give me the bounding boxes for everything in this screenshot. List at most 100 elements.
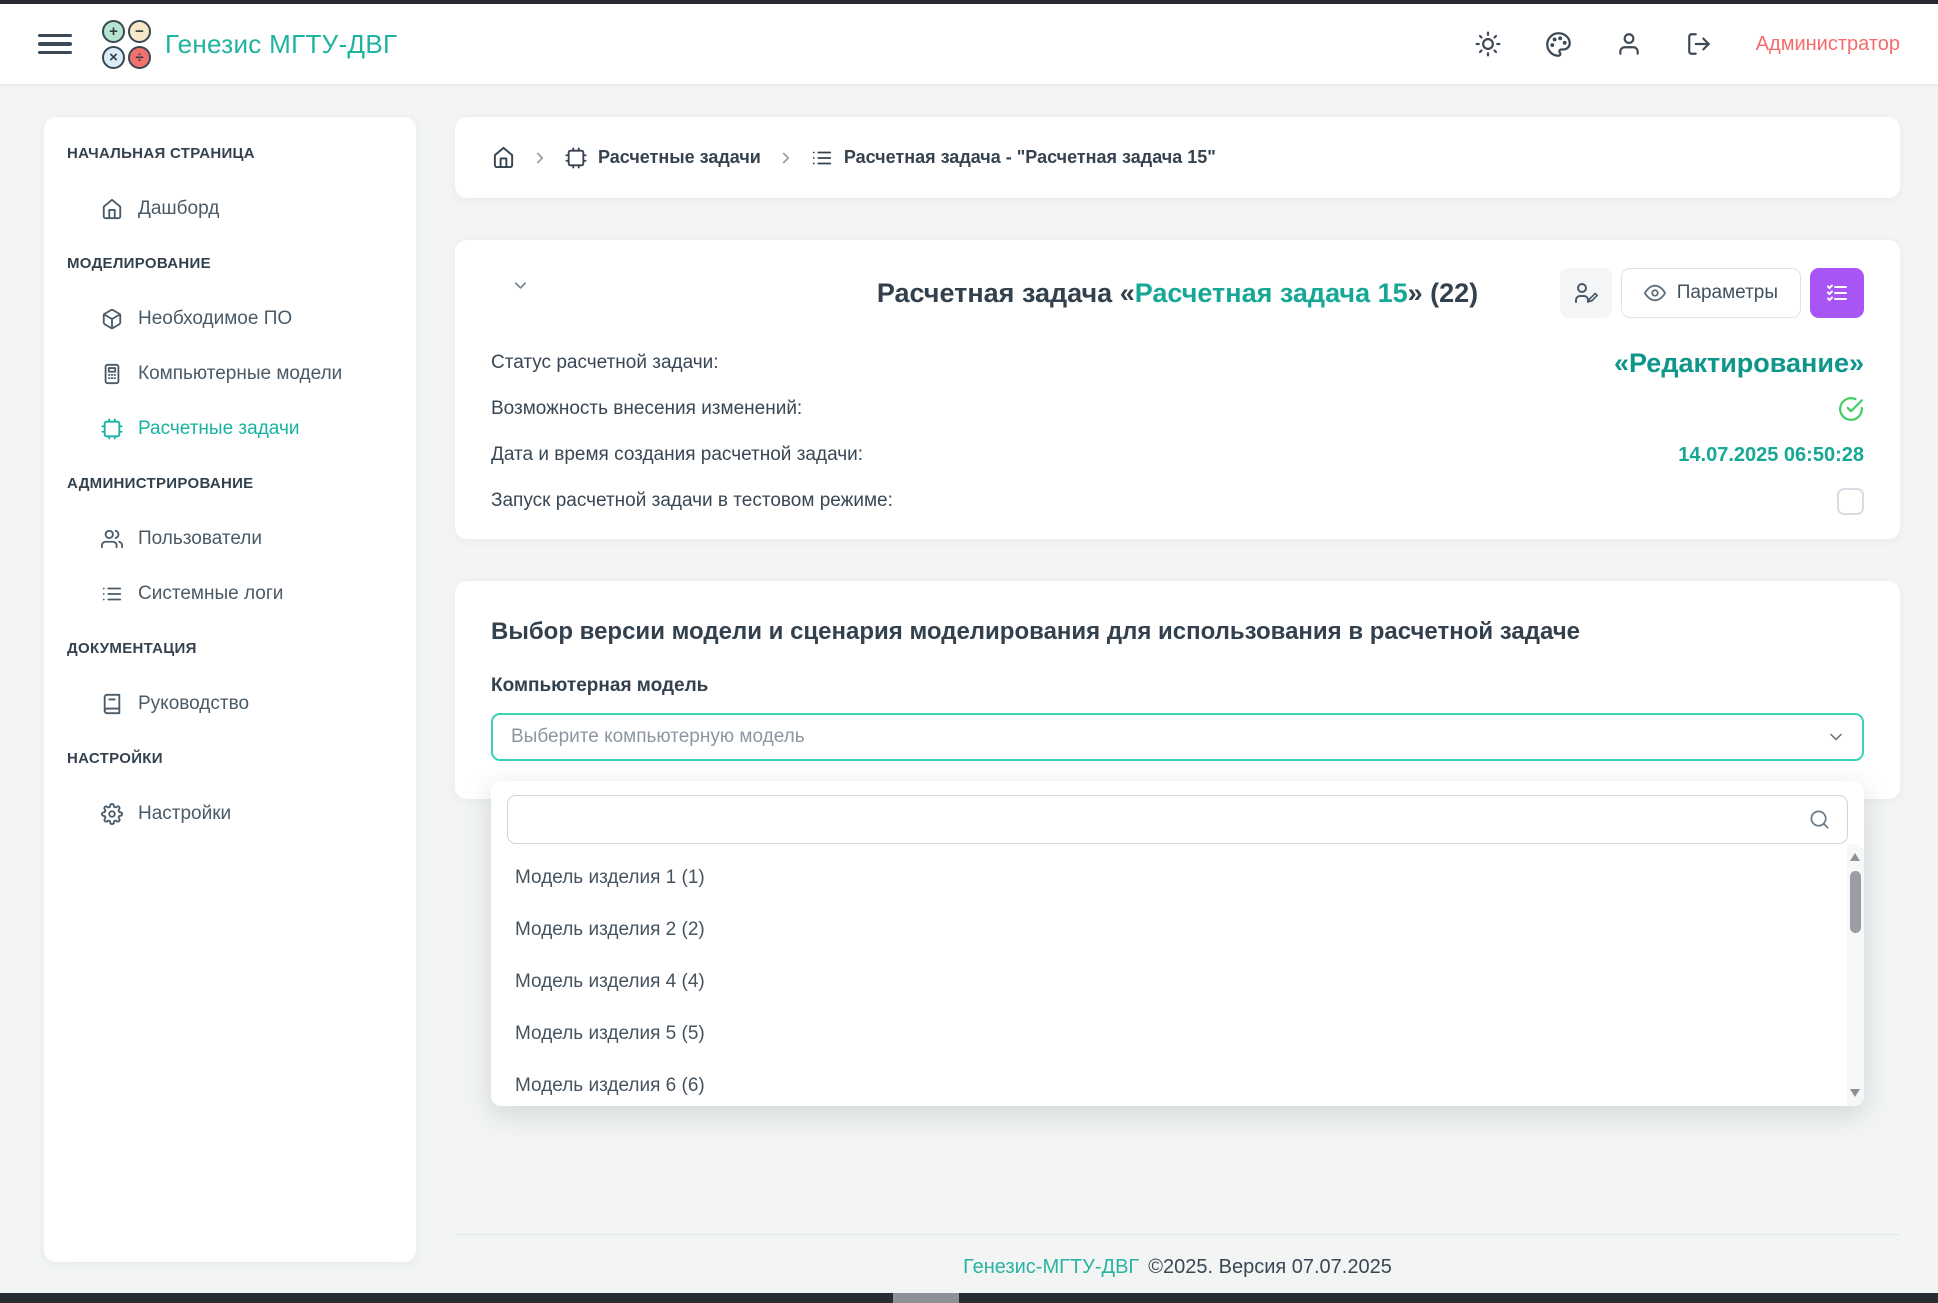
breadcrumb-home[interactable]	[492, 146, 515, 169]
book-icon	[101, 693, 123, 715]
model-selection-card: Выбор версии модели и сценария моделиров…	[455, 581, 1900, 799]
scroll-down-arrow[interactable]	[1850, 1089, 1860, 1097]
footer-brand-link[interactable]: Генезис-МГТУ-ДВГ	[963, 1256, 1139, 1279]
task-title-name: Расчетная задача 15	[1134, 277, 1408, 308]
breadcrumb-label: Расчетные задачи	[598, 147, 761, 167]
checklist-button[interactable]	[1810, 268, 1864, 318]
sidebar-section-modeling: МОДЕЛИРОВАНИЕ	[67, 255, 211, 272]
page-layout: НАЧАЛЬНАЯ СТРАНИЦА Дашборд МОДЕЛИРОВАНИЕ…	[0, 117, 1938, 1300]
edit-user-button[interactable]	[1559, 268, 1612, 318]
computer-model-label: Компьютерная модель	[491, 675, 709, 696]
page-footer: Генезис-МГТУ-ДВГ ©2025. Версия 07.07.202…	[455, 1234, 1900, 1300]
logo-divide-icon: ÷	[128, 45, 151, 69]
footer-copyright: ©2025. Версия 07.07.2025	[1148, 1256, 1392, 1278]
sidebar-item-label: Расчетные задачи	[138, 417, 300, 439]
task-card: Расчетная задача «Расчетная задача 15» (…	[455, 240, 1900, 539]
horizontal-scrollbar-thumb[interactable]	[893, 1293, 959, 1303]
breadcrumb-calc-tasks[interactable]: Расчетные задачи	[565, 146, 761, 169]
breadcrumb-label: Расчетная задача - "Расчетная задача 15"	[843, 147, 1216, 167]
main-content: Расчетные задачи Расчетная задача - "Рас…	[455, 117, 1900, 1300]
model-dropdown-panel: Модель изделия 1 (1) Модель изделия 2 (2…	[491, 781, 1864, 1106]
status-label: Статус расчетной задачи:	[491, 352, 719, 373]
eye-icon	[1643, 282, 1666, 304]
user-role-label[interactable]: Администратор	[1756, 33, 1900, 56]
created-value: 14.07.2025 06:50:28	[1678, 443, 1864, 466]
sidebar-item-label: Дашборд	[138, 197, 220, 219]
model-search-input[interactable]	[524, 809, 1795, 830]
checklist-icon	[1825, 281, 1849, 305]
home-icon	[101, 198, 123, 220]
task-card-header: Расчетная задача «Расчетная задача 15» (…	[491, 266, 1864, 320]
model-option[interactable]: Модель изделия 4 (4)	[507, 956, 1848, 1008]
list-icon	[811, 147, 833, 169]
horizontal-scrollbar[interactable]	[0, 1293, 1938, 1303]
status-row: Статус расчетной задачи: «Редактирование…	[491, 340, 1864, 386]
model-search-box	[507, 795, 1848, 844]
sidebar-item-users[interactable]: Пользователи	[44, 511, 416, 566]
sidebar-item-label: Настройки	[138, 802, 232, 824]
search-icon	[1808, 808, 1831, 831]
scrollbar-thumb[interactable]	[1850, 871, 1861, 933]
logo-minus-icon: −	[128, 19, 151, 43]
users-icon	[101, 528, 123, 550]
sidebar-section-administration: АДМИНИСТРИРОВАНИЕ	[67, 475, 254, 492]
list-icon	[101, 583, 123, 605]
sidebar-item-calc-tasks[interactable]: Расчетные задачи	[44, 401, 416, 456]
logo-plus-icon: +	[102, 19, 125, 43]
model-option[interactable]: Модель изделия 2 (2)	[507, 904, 1848, 956]
dropdown-scrollbar[interactable]	[1847, 844, 1864, 1106]
task-info-rows: Статус расчетной задачи: «Редактирование…	[491, 340, 1864, 524]
test-mode-label: Запуск расчетной задачи в тестовом режим…	[491, 490, 893, 511]
created-label: Дата и время создания расчетной задачи:	[491, 444, 864, 465]
header-actions: Администратор	[1475, 31, 1900, 58]
sidebar-item-label: Необходимое ПО	[138, 307, 293, 329]
model-option[interactable]: Модель изделия 1 (1)	[507, 852, 1848, 904]
sidebar-item-system-logs[interactable]: Системные логи	[44, 566, 416, 621]
parameters-button[interactable]: Параметры	[1620, 268, 1801, 318]
sidebar-item-computer-models[interactable]: Компьютерные модели	[44, 346, 416, 401]
sidebar-item-software[interactable]: Необходимое ПО	[44, 291, 416, 346]
user-edit-icon	[1574, 281, 1598, 305]
parameters-button-label: Параметры	[1676, 282, 1778, 303]
menu-icon[interactable]	[38, 33, 72, 55]
brightness-icon[interactable]	[1475, 31, 1501, 57]
calculator-icon	[101, 363, 123, 385]
breadcrumb-current-task: Расчетная задача - "Расчетная задача 15"	[811, 147, 1216, 169]
created-row: Дата и время создания расчетной задачи: …	[491, 432, 1864, 478]
model-option[interactable]: Модель изделия 5 (5)	[507, 1008, 1848, 1060]
select-placeholder: Выберите компьютерную модель	[511, 726, 805, 747]
package-icon	[101, 308, 123, 330]
logout-icon[interactable]	[1686, 31, 1712, 57]
model-options-list: Модель изделия 1 (1) Модель изделия 2 (2…	[507, 852, 1848, 1112]
scroll-up-arrow[interactable]	[1850, 853, 1860, 861]
sidebar-item-manual[interactable]: Руководство	[44, 676, 416, 731]
editable-row: Возможность внесения изменений:	[491, 386, 1864, 432]
sidebar-item-label: Пользователи	[138, 527, 263, 549]
sidebar: НАЧАЛЬНАЯ СТРАНИЦА Дашборд МОДЕЛИРОВАНИЕ…	[44, 117, 416, 1262]
logo-multiply-icon: ×	[102, 45, 125, 69]
gear-icon	[101, 802, 123, 825]
sidebar-item-label: Руководство	[138, 692, 250, 714]
app-logo: + − × ÷	[102, 19, 151, 69]
user-icon[interactable]	[1616, 31, 1642, 57]
computer-model-select[interactable]: Выберите компьютерную модель	[491, 713, 1864, 761]
palette-icon[interactable]	[1545, 31, 1572, 58]
sidebar-item-dashboard[interactable]: Дашборд	[44, 181, 416, 236]
sidebar-item-label: Компьютерные модели	[138, 362, 343, 384]
chevron-down-icon	[1826, 727, 1846, 747]
app-title: Генезис МГТУ-ДВГ	[165, 28, 398, 59]
check-circle-icon	[1838, 396, 1864, 422]
home-icon	[492, 146, 515, 169]
model-section-heading: Выбор версии модели и сценария моделиров…	[491, 618, 1581, 645]
cpu-icon	[565, 146, 587, 169]
chevron-right-icon	[777, 149, 795, 167]
collapse-chevron-icon[interactable]	[511, 276, 530, 295]
sidebar-section-home: НАЧАЛЬНАЯ СТРАНИЦА	[67, 145, 255, 162]
test-mode-checkbox[interactable]	[1837, 487, 1864, 515]
sidebar-section-documentation: ДОКУМЕНТАЦИЯ	[67, 640, 197, 657]
sidebar-item-settings[interactable]: Настройки	[44, 786, 416, 841]
editable-label: Возможность внесения изменений:	[491, 398, 803, 419]
cpu-icon	[101, 417, 123, 440]
model-option[interactable]: Модель изделия 6 (6)	[507, 1060, 1848, 1112]
status-value: «Редактирование»	[1613, 347, 1864, 378]
